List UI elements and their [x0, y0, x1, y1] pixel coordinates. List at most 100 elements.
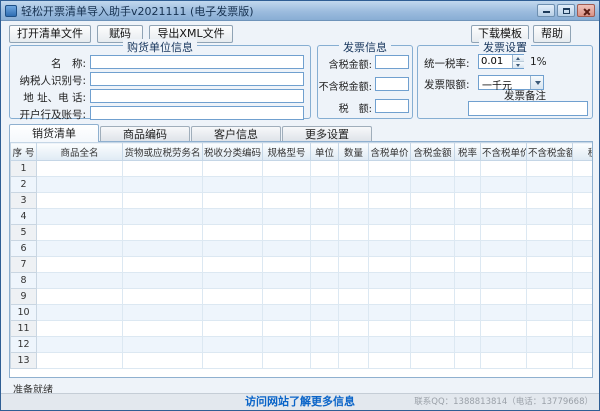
grid-cell[interactable]	[455, 209, 481, 225]
grid-cell[interactable]	[573, 337, 594, 353]
grid-cell[interactable]	[203, 209, 263, 225]
grid-cell[interactable]	[123, 321, 203, 337]
grid-cell[interactable]	[123, 305, 203, 321]
grid-cell[interactable]	[123, 225, 203, 241]
grid-cell[interactable]	[203, 241, 263, 257]
grid-cell[interactable]	[573, 161, 594, 177]
grid-cell[interactable]	[481, 257, 527, 273]
grid-cell[interactable]	[339, 161, 369, 177]
grid-column-header[interactable]: 含税金额	[411, 143, 455, 161]
grid-cell[interactable]	[311, 209, 339, 225]
grid-cell[interactable]	[263, 225, 311, 241]
grid-column-header[interactable]: 单位	[311, 143, 339, 161]
grid-cell[interactable]	[455, 321, 481, 337]
grid-cell[interactable]	[481, 353, 527, 369]
grid-cell[interactable]	[263, 273, 311, 289]
grid-cell[interactable]	[37, 321, 123, 337]
sales-list-grid[interactable]: 序 号商品全名货物或应税劳务名税收分类编码规格型号单位数量含税单价含税金额税率不…	[9, 141, 593, 378]
grid-cell[interactable]	[311, 257, 339, 273]
grid-cell[interactable]	[339, 241, 369, 257]
address-phone-input[interactable]	[90, 89, 304, 103]
grid-cell[interactable]	[481, 209, 527, 225]
grid-cell[interactable]	[123, 337, 203, 353]
open-list-file-button[interactable]: 打开清单文件	[9, 25, 91, 43]
taxpayer-id-input[interactable]	[90, 72, 304, 86]
grid-cell[interactable]	[339, 321, 369, 337]
grid-column-header[interactable]: 不含税金额	[527, 143, 573, 161]
grid-cell[interactable]	[123, 289, 203, 305]
tax-excl-amount-input[interactable]	[375, 77, 409, 91]
grid-cell[interactable]	[339, 193, 369, 209]
grid-cell[interactable]	[37, 209, 123, 225]
grid-cell[interactable]	[411, 257, 455, 273]
grid-cell[interactable]	[311, 353, 339, 369]
grid-cell[interactable]	[203, 257, 263, 273]
grid-cell[interactable]	[527, 241, 573, 257]
grid-cell[interactable]	[369, 193, 411, 209]
grid-column-header[interactable]: 税收分类编码	[203, 143, 263, 161]
grid-cell[interactable]	[369, 241, 411, 257]
grid-cell[interactable]	[573, 241, 594, 257]
grid-cell[interactable]	[411, 177, 455, 193]
grid-cell[interactable]	[527, 161, 573, 177]
grid-cell[interactable]	[37, 289, 123, 305]
tab-product-code[interactable]: 商品编码	[100, 126, 190, 142]
maximize-button[interactable]	[557, 4, 575, 17]
grid-cell[interactable]	[369, 337, 411, 353]
grid-cell[interactable]	[123, 273, 203, 289]
row-number-cell[interactable]: 5	[11, 225, 37, 241]
grid-cell[interactable]	[123, 161, 203, 177]
grid-cell[interactable]	[203, 161, 263, 177]
row-number-cell[interactable]: 3	[11, 193, 37, 209]
grid-cell[interactable]	[455, 289, 481, 305]
grid-cell[interactable]	[311, 305, 339, 321]
grid-cell[interactable]	[263, 289, 311, 305]
grid-cell[interactable]	[311, 273, 339, 289]
grid-cell[interactable]	[481, 273, 527, 289]
tax-incl-amount-input[interactable]	[375, 55, 409, 69]
grid-cell[interactable]	[573, 353, 594, 369]
grid-cell[interactable]	[369, 257, 411, 273]
grid-cell[interactable]	[411, 273, 455, 289]
grid-cell[interactable]	[527, 321, 573, 337]
grid-cell[interactable]	[37, 177, 123, 193]
tax-amount-input[interactable]	[375, 99, 409, 113]
grid-cell[interactable]	[573, 321, 594, 337]
grid-cell[interactable]	[123, 257, 203, 273]
grid-cell[interactable]	[37, 161, 123, 177]
grid-cell[interactable]	[455, 337, 481, 353]
grid-cell[interactable]	[203, 305, 263, 321]
grid-cell[interactable]	[411, 305, 455, 321]
grid-cell[interactable]	[37, 273, 123, 289]
row-number-cell[interactable]: 4	[11, 209, 37, 225]
grid-cell[interactable]	[311, 225, 339, 241]
grid-cell[interactable]	[481, 241, 527, 257]
grid-cell[interactable]	[37, 241, 123, 257]
grid-cell[interactable]	[311, 161, 339, 177]
grid-cell[interactable]	[481, 337, 527, 353]
grid-cell[interactable]	[311, 193, 339, 209]
bank-account-input[interactable]	[90, 106, 304, 120]
grid-cell[interactable]	[263, 241, 311, 257]
grid-cell[interactable]	[37, 257, 123, 273]
grid-cell[interactable]	[455, 225, 481, 241]
grid-cell[interactable]	[481, 321, 527, 337]
grid-cell[interactable]	[455, 353, 481, 369]
grid-cell[interactable]	[481, 193, 527, 209]
grid-cell[interactable]	[455, 241, 481, 257]
grid-cell[interactable]	[123, 241, 203, 257]
grid-cell[interactable]	[203, 273, 263, 289]
row-number-cell[interactable]: 11	[11, 321, 37, 337]
row-number-cell[interactable]: 6	[11, 241, 37, 257]
tab-customer-info[interactable]: 客户信息	[191, 126, 281, 142]
tax-rate-input[interactable]	[479, 55, 511, 68]
row-number-cell[interactable]: 7	[11, 257, 37, 273]
grid-cell[interactable]	[369, 289, 411, 305]
grid-cell[interactable]	[339, 225, 369, 241]
grid-cell[interactable]	[411, 289, 455, 305]
tax-rate-spinner[interactable]	[478, 54, 524, 69]
grid-cell[interactable]	[311, 321, 339, 337]
grid-cell[interactable]	[411, 241, 455, 257]
grid-cell[interactable]	[411, 193, 455, 209]
grid-cell[interactable]	[263, 337, 311, 353]
